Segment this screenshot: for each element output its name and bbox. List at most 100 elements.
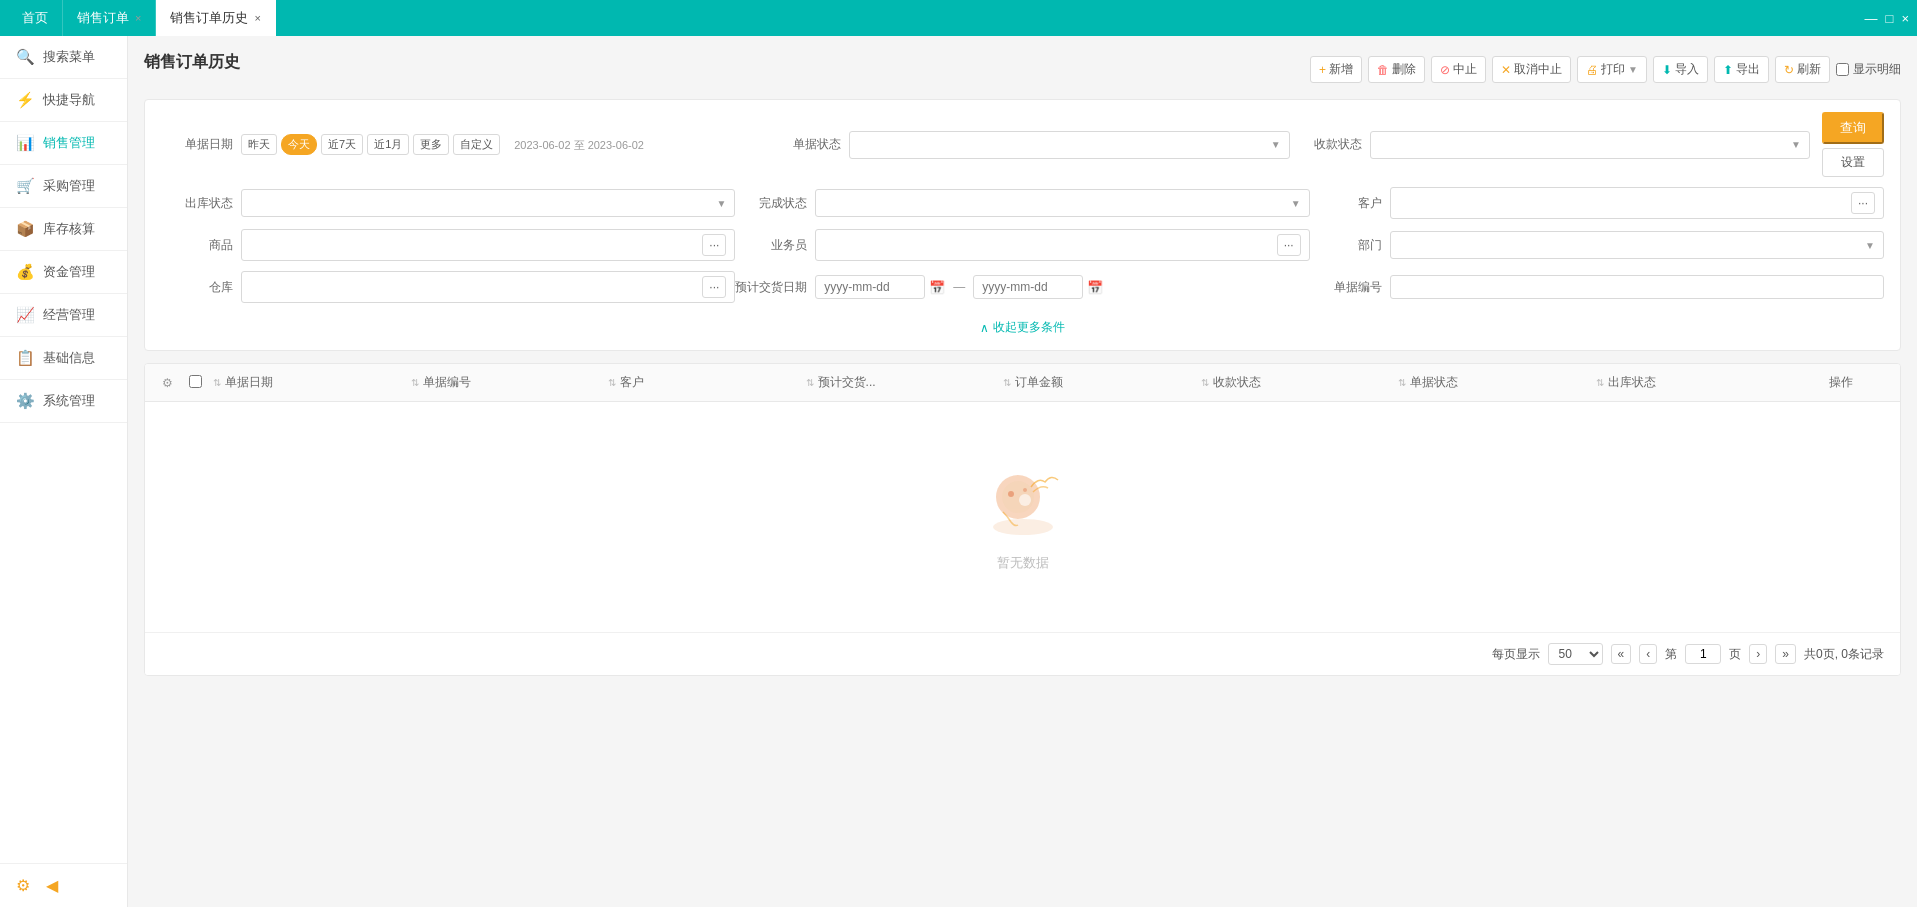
date-today-btn[interactable]: 今天 <box>281 134 317 155</box>
col-payment-status-sort-icon[interactable]: ⇅ <box>1201 377 1209 388</box>
collapse-bar[interactable]: ∧ 收起更多条件 <box>161 313 1884 338</box>
prev-page-icon: ‹ <box>1646 647 1650 661</box>
refresh-button[interactable]: ↻ 刷新 <box>1775 56 1830 83</box>
bill-number-input[interactable] <box>1390 275 1884 299</box>
date-shortcuts: 昨天 今天 近7天 近1月 更多 自定义 <box>241 134 500 155</box>
sidebar-item-inventory-calc[interactable]: 📦 库存核算 <box>0 208 127 251</box>
data-table: ⚙ ⇅ 单据日期 ⇅ 单据编号 ⇅ 客户 ⇅ 预计交货. <box>144 363 1901 676</box>
col-customer-label: 客户 <box>620 374 644 391</box>
customer-select[interactable]: ··· <box>1390 187 1884 219</box>
svg-point-0 <box>993 519 1053 535</box>
department-select[interactable]: ▼ <box>1390 231 1884 259</box>
complete-status-select[interactable]: ▼ <box>815 189 1309 217</box>
window-close-icon[interactable]: × <box>1901 11 1909 26</box>
sidebar-collapse-icon[interactable]: ◀ <box>46 876 58 895</box>
col-stock-out-status-sort-icon[interactable]: ⇅ <box>1596 377 1604 388</box>
col-bill-number: ⇅ 单据编号 <box>407 374 605 391</box>
page-header: 销售订单历史 + 新增 🗑 删除 ⊘ 中止 ✕ 取消中止 <box>144 52 1901 87</box>
payment-status-select[interactable]: ▼ <box>1370 131 1810 159</box>
tab-sales-order-history[interactable]: 销售订单历史 × <box>156 0 275 36</box>
export-button-label: 导出 <box>1736 61 1760 78</box>
window-minimize-icon[interactable]: — <box>1865 11 1878 26</box>
date-more-btn[interactable]: 更多 <box>413 134 449 155</box>
sidebar-item-quick-nav[interactable]: ⚡ 快捷导航 <box>0 79 127 122</box>
collapse-label: 收起更多条件 <box>993 319 1065 336</box>
import-button[interactable]: ⬇ 导入 <box>1653 56 1708 83</box>
settings-button[interactable]: 设置 <box>1822 148 1884 177</box>
col-expected-delivery-sort-icon[interactable]: ⇅ <box>806 377 814 388</box>
sidebar-item-purchase-mgmt[interactable]: 🛒 采购管理 <box>0 165 127 208</box>
print-button[interactable]: 🖨 打印 ▼ <box>1577 56 1647 83</box>
date-1month-btn[interactable]: 近1月 <box>367 134 409 155</box>
prev-page-button[interactable]: ‹ <box>1639 644 1657 664</box>
display-toggle-label: 显示明细 <box>1853 61 1901 78</box>
top-bar: 首页 销售订单 × 销售订单历史 × — □ × <box>0 0 1917 36</box>
complete-status-label: 完成状态 <box>735 195 815 212</box>
calendar-to-icon[interactable]: 📅 <box>1087 280 1103 295</box>
stop-button[interactable]: ⊘ 中止 <box>1431 56 1486 83</box>
print-dropdown-icon: ▼ <box>1628 64 1638 75</box>
empty-text: 暂无数据 <box>997 554 1049 572</box>
sidebar-item-basic-info[interactable]: 📋 基础信息 <box>0 337 127 380</box>
salesperson-ellipsis-icon[interactable]: ··· <box>1277 234 1301 256</box>
query-button[interactable]: 查询 <box>1822 112 1884 144</box>
delivery-date-to-input[interactable] <box>973 275 1083 299</box>
svg-point-3 <box>1019 494 1031 506</box>
first-page-button[interactable]: « <box>1611 644 1632 664</box>
sidebar-item-operations-mgmt[interactable]: 📈 经营管理 <box>0 294 127 337</box>
warehouse-ellipsis-icon[interactable]: ··· <box>702 276 726 298</box>
col-bill-status: ⇅ 单据状态 <box>1394 374 1592 391</box>
date-custom-btn[interactable]: 自定义 <box>453 134 500 155</box>
window-maximize-icon[interactable]: □ <box>1886 11 1894 26</box>
warehouse-select[interactable]: ··· <box>241 271 735 303</box>
salesperson-select[interactable]: ··· <box>815 229 1309 261</box>
sidebar-item-sales-mgmt[interactable]: 📊 销售管理 <box>0 122 127 165</box>
col-bill-status-sort-icon[interactable]: ⇅ <box>1398 377 1406 388</box>
new-button[interactable]: + 新增 <box>1310 56 1362 83</box>
product-select[interactable]: ··· <box>241 229 735 261</box>
tab-sales-order[interactable]: 销售订单 × <box>63 0 156 36</box>
sidebar-footer: ⚙ ◀ <box>0 863 127 907</box>
page-number-input[interactable] <box>1685 644 1721 664</box>
sidebar-item-system-mgmt-label: 系统管理 <box>43 392 95 410</box>
delete-button[interactable]: 🗑 删除 <box>1368 56 1425 83</box>
col-order-amount-sort-icon[interactable]: ⇅ <box>1003 377 1011 388</box>
sidebar-item-system-mgmt[interactable]: ⚙️ 系统管理 <box>0 380 127 423</box>
product-ellipsis-icon[interactable]: ··· <box>702 234 726 256</box>
table-check-all[interactable] <box>181 375 209 391</box>
stop-icon: ⊘ <box>1440 63 1450 77</box>
stock-out-status-select[interactable]: ▼ <box>241 189 735 217</box>
table-settings-icon[interactable]: ⚙ <box>153 376 181 390</box>
date-yesterday-btn[interactable]: 昨天 <box>241 134 277 155</box>
tab-home[interactable]: 首页 <box>8 0 63 36</box>
sidebar-settings-icon[interactable]: ⚙ <box>16 876 30 895</box>
display-toggle-checkbox[interactable] <box>1836 63 1849 76</box>
date-range-display: 2023-06-02 至 2023-06-02 <box>514 138 644 153</box>
last-page-button[interactable]: » <box>1775 644 1796 664</box>
next-page-button[interactable]: › <box>1749 644 1767 664</box>
col-bill-date-sort-icon[interactable]: ⇅ <box>213 377 221 388</box>
tab-sales-order-history-label: 销售订单历史 <box>170 9 248 27</box>
basic-info-icon: 📋 <box>16 349 35 367</box>
export-button[interactable]: ⬆ 导出 <box>1714 56 1769 83</box>
filter-row-2: 出库状态 ▼ 完成状态 ▼ 客户 <box>161 187 1884 219</box>
customer-ellipsis-icon[interactable]: ··· <box>1851 192 1875 214</box>
department-control: ▼ <box>1390 231 1884 259</box>
cancel-stop-button[interactable]: ✕ 取消中止 <box>1492 56 1571 83</box>
col-customer-sort-icon[interactable]: ⇅ <box>608 377 616 388</box>
sidebar-item-capital-mgmt[interactable]: 💰 资金管理 <box>0 251 127 294</box>
tab-sales-order-history-close[interactable]: × <box>254 12 260 24</box>
customer-control: ··· <box>1390 187 1884 219</box>
col-bill-number-sort-icon[interactable]: ⇅ <box>411 377 419 388</box>
page-size-select[interactable]: 50 10 20 100 <box>1548 643 1603 665</box>
search-menu-icon: 🔍 <box>16 48 35 66</box>
stock-out-status-arrow-icon: ▼ <box>716 198 726 209</box>
sidebar-item-search-menu[interactable]: 🔍 搜索菜单 <box>0 36 127 79</box>
delivery-date-from-input[interactable] <box>815 275 925 299</box>
display-toggle[interactable]: 显示明细 <box>1836 61 1901 78</box>
bill-status-select[interactable]: ▼ <box>849 131 1289 159</box>
tab-sales-order-close[interactable]: × <box>135 12 141 24</box>
date-7days-btn[interactable]: 近7天 <box>321 134 363 155</box>
calendar-from-icon[interactable]: 📅 <box>929 280 945 295</box>
select-all-checkbox[interactable] <box>189 375 202 388</box>
